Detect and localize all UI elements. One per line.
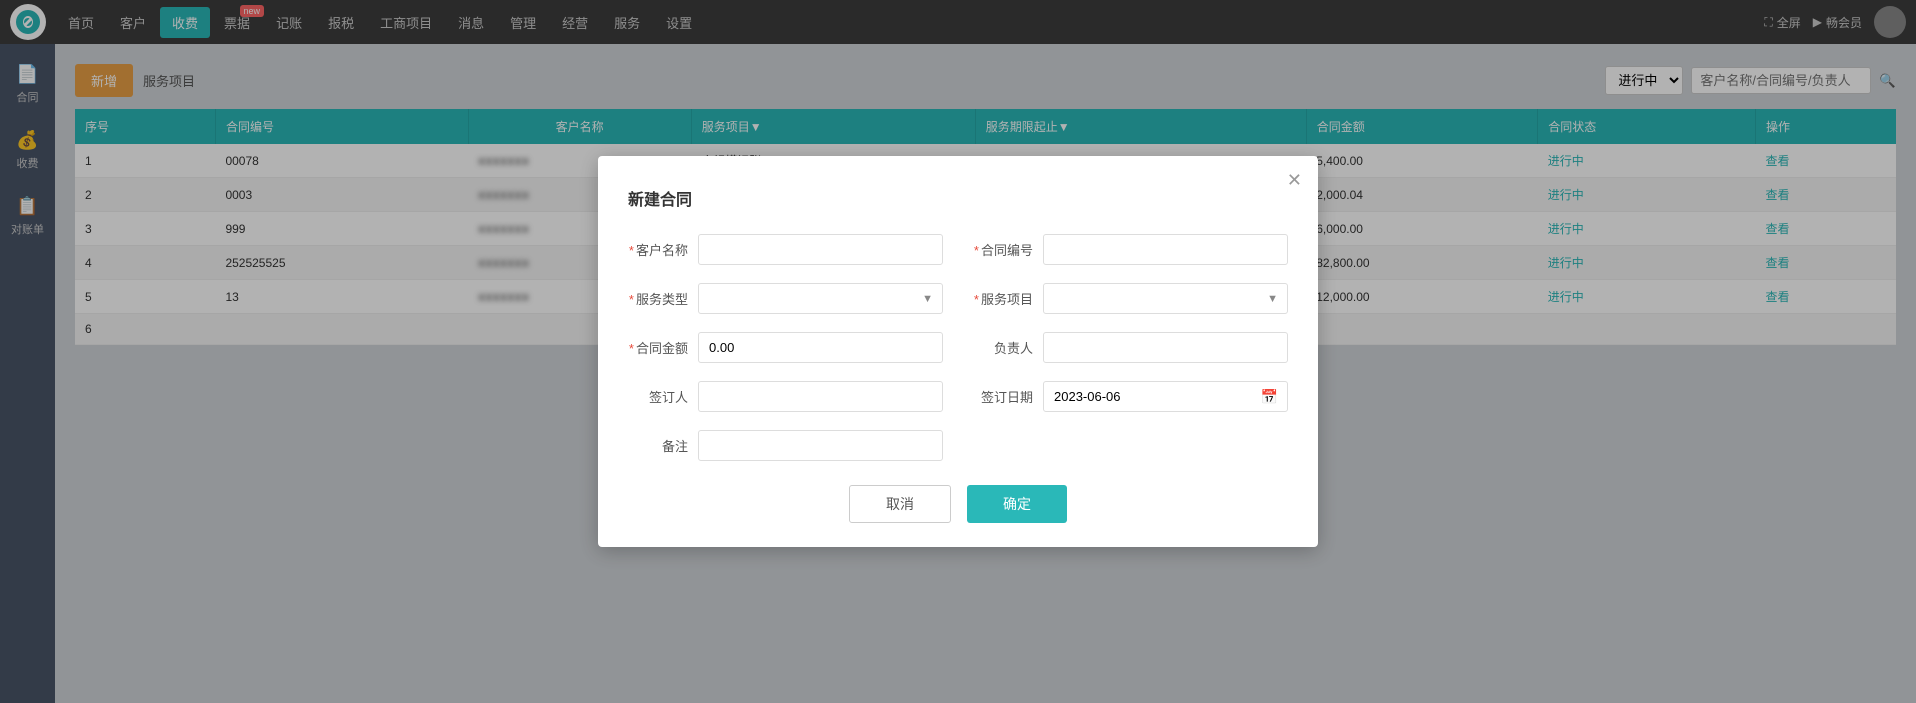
new-contract-modal: ✕ 新建合同 *客户名称 *合同编号 *服务类型 <box>598 156 1318 547</box>
amount-label: *合同金额 <box>628 338 688 357</box>
amount-input[interactable] <box>698 332 943 363</box>
contract-no-label: *合同编号 <box>973 240 1033 259</box>
customer-name-label: *客户名称 <box>628 240 688 259</box>
customer-name-field: *客户名称 <box>628 234 943 265</box>
contract-no-input[interactable] <box>1043 234 1288 265</box>
sign-date-input[interactable] <box>1043 381 1288 412</box>
signer-field: 签订人 <box>628 381 943 412</box>
amount-field: *合同金额 <box>628 332 943 363</box>
responsible-input[interactable] <box>1043 332 1288 363</box>
service-type-select-wrap: ▼ <box>698 283 943 314</box>
form-row-1: *客户名称 *合同编号 <box>628 234 1288 265</box>
cancel-button[interactable]: 取消 <box>849 485 951 523</box>
form-row-5: 备注 <box>628 430 1288 461</box>
service-type-select[interactable] <box>698 283 943 314</box>
signer-input[interactable] <box>698 381 943 412</box>
required-star-3: * <box>629 292 634 307</box>
customer-name-input[interactable] <box>698 234 943 265</box>
calendar-icon[interactable]: 📅 <box>1261 388 1278 405</box>
modal-title: 新建合同 <box>628 186 1288 210</box>
required-star-5: * <box>629 341 634 356</box>
sign-date-label: 签订日期 <box>973 387 1033 406</box>
service-type-field: *服务类型 ▼ <box>628 283 943 314</box>
note-input[interactable] <box>698 430 943 461</box>
form-row-3: *合同金额 负责人 <box>628 332 1288 363</box>
required-star-1: * <box>629 243 634 258</box>
service-item-label: *服务项目 <box>973 289 1033 308</box>
sign-date-wrap: 📅 <box>1043 381 1288 412</box>
service-item-select-wrap: ▼ <box>1043 283 1288 314</box>
service-item-select[interactable] <box>1043 283 1288 314</box>
responsible-label: 负责人 <box>973 338 1033 357</box>
contract-no-field: *合同编号 <box>973 234 1288 265</box>
required-star-2: * <box>974 243 979 258</box>
service-type-label: *服务类型 <box>628 289 688 308</box>
modal-close-button[interactable]: ✕ <box>1287 170 1302 191</box>
confirm-button[interactable]: 确定 <box>967 485 1067 523</box>
note-label: 备注 <box>628 436 688 455</box>
sign-date-field: 签订日期 📅 <box>973 381 1288 412</box>
form-row-2: *服务类型 ▼ *服务项目 ▼ <box>628 283 1288 314</box>
modal-footer: 取消 确定 <box>628 485 1288 523</box>
note-field: 备注 <box>628 430 943 461</box>
service-item-field: *服务项目 ▼ <box>973 283 1288 314</box>
modal-overlay: ✕ 新建合同 *客户名称 *合同编号 *服务类型 <box>0 0 1916 703</box>
signer-label: 签订人 <box>628 387 688 406</box>
required-star-4: * <box>974 292 979 307</box>
responsible-field: 负责人 <box>973 332 1288 363</box>
form-row-4: 签订人 签订日期 📅 <box>628 381 1288 412</box>
